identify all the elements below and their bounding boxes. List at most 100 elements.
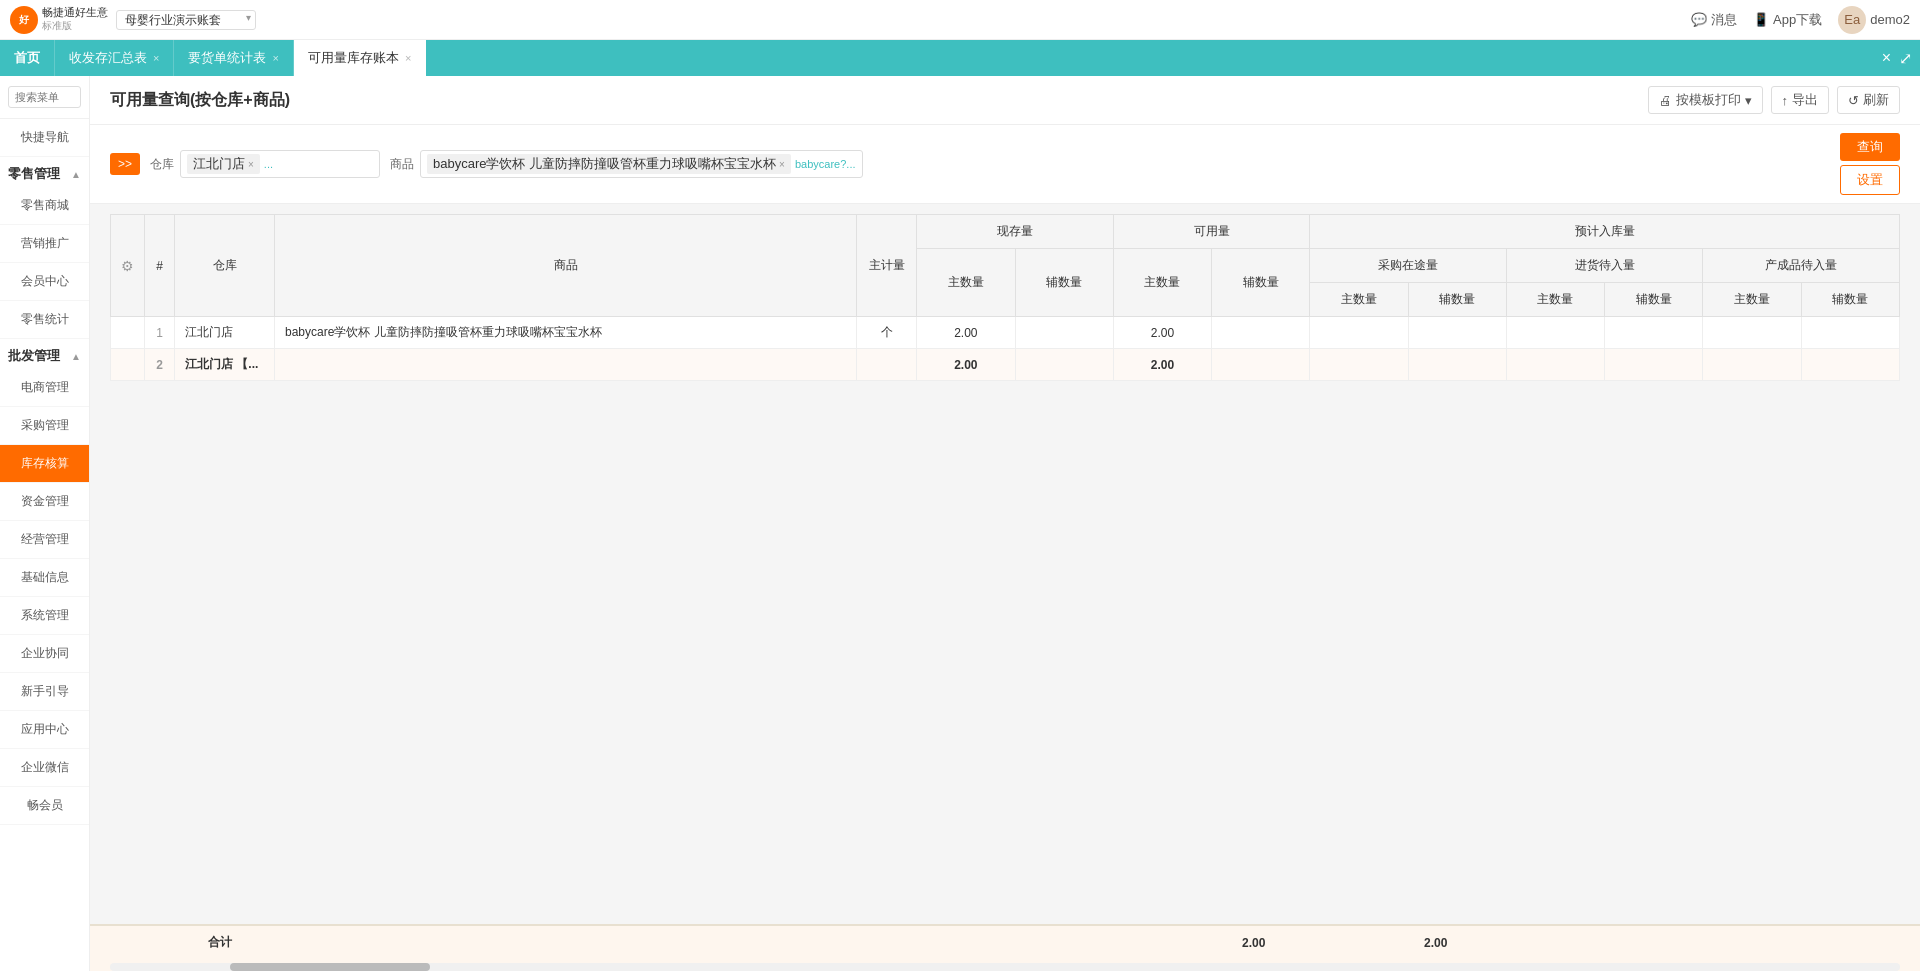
cell-finished-main — [1703, 317, 1801, 349]
sidebar-item-enterprise-collab[interactable]: 企业协同 — [0, 635, 89, 673]
sidebar-item-purchase[interactable]: 采购管理 — [0, 407, 89, 445]
th-planned-in: 预计入库量 — [1310, 215, 1900, 249]
sidebar-group-retail[interactable]: 零售管理 ▲ — [0, 157, 89, 187]
top-bar: 好 畅捷通好生意 标准版 母婴行业演示账套 💬 消息 📱 App下载 Ea de… — [0, 0, 1920, 40]
logo-text: 畅捷通好生意 — [42, 6, 108, 19]
sidebar-item-member-center[interactable]: 会员中心 — [0, 263, 89, 301]
warehouse-filter-tags[interactable]: 江北门店 × ... — [180, 150, 380, 178]
cell-product — [275, 349, 857, 381]
app-download-action[interactable]: 📱 App下载 — [1753, 11, 1822, 29]
sidebar-item-enterprise-wechat[interactable]: 企业微信 — [0, 749, 89, 787]
sidebar-group-wholesale-label: 批发管理 — [8, 347, 60, 365]
product-filter-tags[interactable]: babycare学饮杯 儿童防摔防撞吸管杯重力球吸嘴杯宝宝水杯 × babyca… — [420, 150, 862, 178]
main-layout: 快捷导航 零售管理 ▲ 零售商城 营销推广 会员中心 零售统计 批发管理 ▲ 电… — [0, 76, 1920, 971]
sidebar-item-finance[interactable]: 资金管理 — [0, 483, 89, 521]
message-action[interactable]: 💬 消息 — [1691, 11, 1737, 29]
th-warehouse: 仓库 — [175, 215, 275, 317]
warehouse-tag-close[interactable]: × — [248, 159, 254, 170]
product-tag-text: babycare学饮杯 儿童防摔防撞吸管杯重力球吸嘴杯宝宝水杯 — [433, 155, 776, 173]
user-area[interactable]: Ea demo2 — [1838, 6, 1910, 34]
sidebar-item-inventory[interactable]: 库存核算 — [0, 445, 89, 483]
product-more[interactable]: babycare?... — [795, 158, 856, 170]
sidebar-item-retail-mall[interactable]: 零售商城 — [0, 187, 89, 225]
industry-select[interactable]: 母婴行业演示账套 — [116, 10, 256, 30]
cell-finished-aux — [1801, 349, 1899, 381]
product-tag-close[interactable]: × — [779, 159, 785, 170]
th-finished-aux: 辅数量 — [1801, 283, 1899, 317]
tab-receivable-close[interactable]: × — [153, 52, 159, 64]
sidebar-item-member[interactable]: 畅会员 — [0, 787, 89, 825]
sidebar-item-operations[interactable]: 经营管理 — [0, 521, 89, 559]
th-index: # — [145, 215, 175, 317]
template-print-button[interactable]: 🖨 按模板打印 ▾ — [1648, 86, 1763, 114]
warehouse-more[interactable]: ... — [264, 158, 273, 170]
scroll-track[interactable] — [110, 963, 1900, 971]
tab-available-label: 可用量库存账本 — [308, 49, 399, 67]
settings-button[interactable]: 设置 — [1840, 165, 1900, 195]
refresh-icon: ↺ — [1848, 93, 1859, 108]
th-available-aux: 辅数量 — [1212, 249, 1310, 317]
footer-index-cell — [140, 926, 170, 959]
tab-receivable-summary[interactable]: 收发存汇总表 × — [55, 40, 174, 76]
page-title: 可用量查询(按仓库+商品) — [110, 90, 290, 111]
th-unit: 主计量 — [857, 215, 917, 317]
sidebar-item-ecommerce[interactable]: 电商管理 — [0, 369, 89, 407]
tab-expand-icon[interactable]: ⤢ — [1899, 49, 1912, 68]
tab-available-close[interactable]: × — [405, 52, 411, 64]
export-button[interactable]: ↑ 导出 — [1771, 86, 1830, 114]
th-gear: ⚙ — [111, 215, 145, 317]
refresh-button[interactable]: ↺ 刷新 — [1837, 86, 1900, 114]
footer-product-cell — [270, 926, 1132, 959]
filter-actions: 查询 设置 — [1840, 133, 1900, 195]
tab-receivable-label: 收发存汇总表 — [69, 49, 147, 67]
print-icon: 🖨 — [1659, 93, 1672, 108]
sidebar-item-quick-nav[interactable]: 快捷导航 — [0, 119, 89, 157]
cell-inbound-main — [1506, 349, 1604, 381]
sidebar-item-newbie[interactable]: 新手引导 — [0, 673, 89, 711]
query-button[interactable]: 查询 — [1840, 133, 1900, 161]
th-product: 商品 — [275, 215, 857, 317]
content-area: 可用量查询(按仓库+商品) 🖨 按模板打印 ▾ ↑ 导出 ↺ 刷新 >> — [90, 76, 1920, 971]
sidebar-item-marketing[interactable]: 营销推广 — [0, 225, 89, 263]
cell-gear — [111, 349, 145, 381]
cell-index: 1 — [145, 317, 175, 349]
industry-select-wrapper[interactable]: 母婴行业演示账套 — [116, 10, 256, 30]
sidebar-item-app-center[interactable]: 应用中心 — [0, 711, 89, 749]
tab-available-inventory[interactable]: 可用量库存账本 × — [294, 40, 426, 76]
cell-available-aux — [1212, 317, 1310, 349]
avatar: Ea — [1838, 6, 1866, 34]
cell-finished-main — [1703, 349, 1801, 381]
tab-close-all-icon[interactable]: × — [1882, 49, 1891, 67]
sidebar-item-system[interactable]: 系统管理 — [0, 597, 89, 635]
table-footer: 合计 2.00 2.00 — [90, 924, 1920, 971]
sidebar-item-basic-info[interactable]: 基础信息 — [0, 559, 89, 597]
cell-finished-aux — [1801, 317, 1899, 349]
table-container: ⚙ # 仓库 商品 主计量 现存量 可用量 预计入库量 主数量 辅数量 主数量 — [90, 204, 1920, 924]
sidebar-group-wholesale[interactable]: 批发管理 ▲ — [0, 339, 89, 369]
tab-order-stats[interactable]: 要货单统计表 × — [174, 40, 293, 76]
page-header: 可用量查询(按仓库+商品) 🖨 按模板打印 ▾ ↑ 导出 ↺ 刷新 — [90, 76, 1920, 125]
logo-area: 好 畅捷通好生意 标准版 — [10, 6, 108, 34]
logo-texts: 畅捷通好生意 标准版 — [42, 6, 108, 33]
tab-order-close[interactable]: × — [272, 52, 278, 64]
tab-home[interactable]: 首页 — [0, 40, 55, 76]
message-label: 消息 — [1711, 11, 1737, 29]
gear-icon[interactable]: ⚙ — [121, 258, 134, 274]
refresh-label: 刷新 — [1863, 91, 1889, 109]
filter-bar: >> 仓库 江北门店 × ... 商品 babycare学饮杯 儿童防摔防撞吸管… — [90, 125, 1920, 204]
filter-expand-button[interactable]: >> — [110, 153, 140, 175]
th-current-aux: 辅数量 — [1015, 249, 1113, 317]
data-table: ⚙ # 仓库 商品 主计量 现存量 可用量 预计入库量 主数量 辅数量 主数量 — [110, 214, 1900, 381]
footer-available-aux — [1498, 926, 1555, 959]
footer-inbound-main — [1670, 926, 1727, 959]
cell-current-main: 2.00 — [917, 317, 1015, 349]
export-icon: ↑ — [1782, 93, 1789, 108]
cell-inbound-aux — [1605, 317, 1703, 349]
scroll-thumb[interactable] — [230, 963, 430, 971]
sidebar-item-retail-stats[interactable]: 零售统计 — [0, 301, 89, 339]
tab-bar: 首页 收发存汇总表 × 要货单统计表 × 可用量库存账本 × × ⤢ — [0, 40, 1920, 76]
th-inbound-pending: 进货待入量 — [1506, 249, 1703, 283]
cell-available-main: 2.00 — [1113, 349, 1211, 381]
search-input[interactable] — [8, 86, 81, 108]
tab-order-label: 要货单统计表 — [188, 49, 266, 67]
